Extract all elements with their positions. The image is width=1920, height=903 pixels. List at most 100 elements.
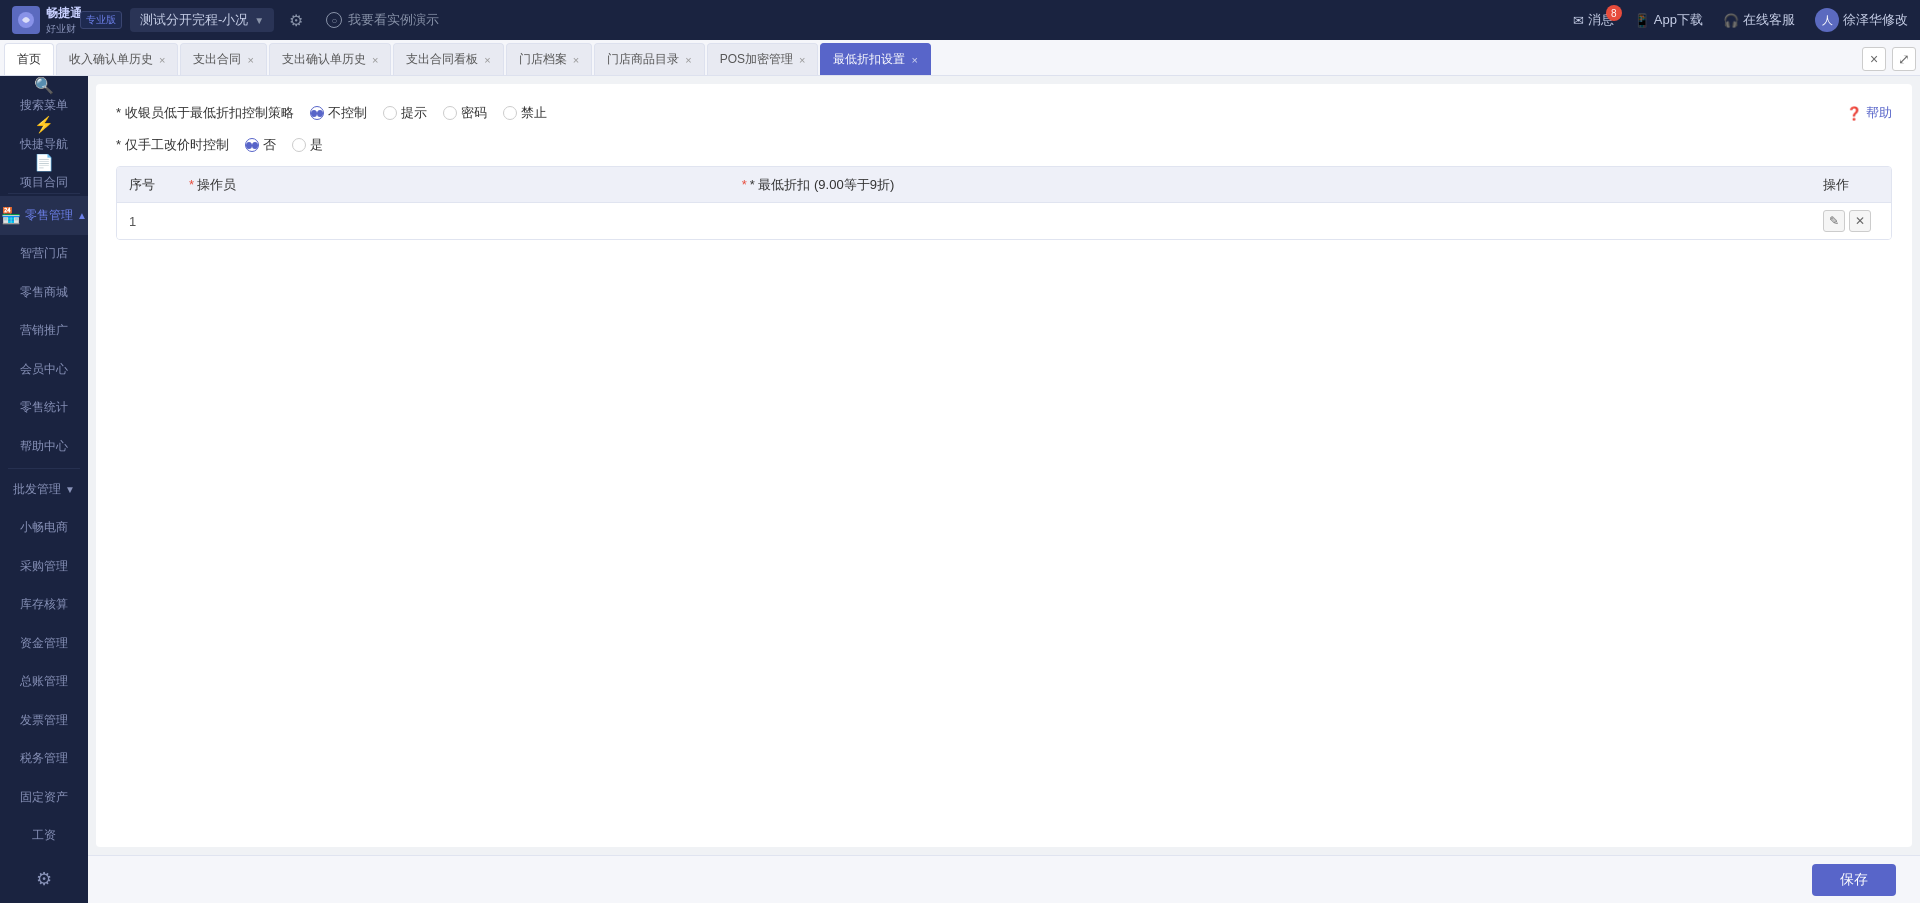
tab-home-label: 首页 bbox=[17, 51, 41, 68]
app-download-icon: 📱 bbox=[1634, 13, 1650, 28]
header-right-section: ✉ 消息 8 📱 App下载 🎧 在线客服 人 徐泽华修改 bbox=[1573, 8, 1908, 32]
sidebar-item-payroll[interactable]: 工资 bbox=[0, 817, 88, 855]
search-icon: 🔍 bbox=[34, 76, 54, 95]
sidebar-item-wholesale[interactable]: 批发管理 ▼ bbox=[0, 470, 88, 508]
tab-home[interactable]: 首页 bbox=[4, 43, 54, 75]
sidebar-retail-stats-label: 零售统计 bbox=[20, 399, 68, 416]
cashier-strategy-radio-group: 不控制 提示 密码 禁止 bbox=[310, 104, 547, 122]
radio-password-circle bbox=[443, 106, 457, 120]
tab-payment-contract[interactable]: 支出合同 × bbox=[180, 43, 266, 75]
project-dropdown-arrow: ▼ bbox=[254, 15, 264, 26]
tab-pos-password-close[interactable]: × bbox=[799, 54, 805, 66]
tab-payment-confirm[interactable]: 支出确认单历史 × bbox=[269, 43, 391, 75]
radio-remind[interactable]: 提示 bbox=[383, 104, 427, 122]
message-icon: ✉ bbox=[1573, 13, 1584, 28]
tab-payment-board-close[interactable]: × bbox=[484, 54, 490, 66]
help-icon: ❓ bbox=[1846, 106, 1862, 121]
customer-service-button[interactable]: 🎧 在线客服 bbox=[1723, 11, 1795, 29]
radio-no-circle bbox=[245, 138, 259, 152]
sidebar-item-fund[interactable]: 资金管理 bbox=[0, 624, 88, 662]
tab-min-discount-close[interactable]: × bbox=[911, 54, 917, 66]
radio-no[interactable]: 否 bbox=[245, 136, 276, 154]
tab-income-confirm[interactable]: 收入确认单历史 × bbox=[56, 43, 178, 75]
table-row: 1 ✎ ✕ bbox=[117, 203, 1891, 239]
expand-tab-button[interactable]: ⤢ bbox=[1892, 47, 1916, 71]
sidebar-item-purchase[interactable]: 采购管理 bbox=[0, 547, 88, 585]
delete-button-1[interactable]: ✕ bbox=[1849, 210, 1871, 232]
sidebar-item-ledger[interactable]: 总账管理 bbox=[0, 663, 88, 701]
cashier-strategy-row: * 收银员低于最低折扣控制策略 不控制 提示 密码 bbox=[116, 104, 1892, 122]
sidebar-item-search[interactable]: 🔍 搜索菜单 bbox=[0, 76, 88, 114]
radio-yes-circle bbox=[292, 138, 306, 152]
sidebar-tax-label: 税务管理 bbox=[20, 750, 68, 767]
app-download-button[interactable]: 📱 App下载 bbox=[1634, 11, 1703, 29]
table-header: 序号 * 操作员 * * 最低折扣 (9.00等于9折) 操作 bbox=[117, 167, 1891, 203]
th-operator-req: * bbox=[189, 177, 194, 192]
logo-icon bbox=[12, 6, 40, 34]
radio-forbid[interactable]: 禁止 bbox=[503, 104, 547, 122]
th-operator-label: 操作员 bbox=[197, 176, 236, 194]
th-operator: * 操作员 bbox=[177, 176, 730, 194]
radio-no-control-circle bbox=[310, 106, 324, 120]
sidebar-item-retail-mall[interactable]: 零售商城 bbox=[0, 273, 88, 311]
tab-min-discount[interactable]: 最低折扣设置 × bbox=[820, 43, 930, 75]
sidebar-item-invoice[interactable]: 发票管理 bbox=[0, 701, 88, 739]
wholesale-arrow-icon: ▼ bbox=[65, 484, 75, 495]
page-content: * 收银员低于最低折扣控制策略 不控制 提示 密码 bbox=[96, 84, 1912, 847]
demo-label: 我要看实例演示 bbox=[348, 11, 439, 29]
radio-no-control[interactable]: 不控制 bbox=[310, 104, 367, 122]
project-selector[interactable]: 测试分开完程-小况 ▼ bbox=[130, 8, 274, 32]
sidebar-shortcut-label: 快捷导航 bbox=[20, 136, 68, 153]
close-tab-button[interactable]: × bbox=[1862, 47, 1886, 71]
th-discount-req: * bbox=[742, 177, 747, 192]
sidebar-item-ecommerce[interactable]: 小畅电商 bbox=[0, 509, 88, 547]
radio-password[interactable]: 密码 bbox=[443, 104, 487, 122]
radio-yes[interactable]: 是 bbox=[292, 136, 323, 154]
tab-income-confirm-label: 收入确认单历史 bbox=[69, 51, 153, 68]
sidebar-wholesale-label: 批发管理 bbox=[13, 481, 61, 498]
tab-store-file[interactable]: 门店档案 × bbox=[506, 43, 592, 75]
user-menu-button[interactable]: 人 徐泽华修改 bbox=[1815, 8, 1908, 32]
tabs-bar: 首页 收入确认单历史 × 支出合同 × 支出确认单历史 × 支出合同看板 × 门… bbox=[0, 40, 1920, 76]
cashier-strategy-label: * 收银员低于最低折扣控制策略 bbox=[116, 104, 294, 122]
sidebar-item-help-center[interactable]: 帮助中心 bbox=[0, 427, 88, 465]
edit-button-1[interactable]: ✎ bbox=[1823, 210, 1845, 232]
tab-income-confirm-close[interactable]: × bbox=[159, 54, 165, 66]
user-name: 徐泽华修改 bbox=[1843, 11, 1908, 29]
tab-store-file-close[interactable]: × bbox=[573, 54, 579, 66]
sidebar-item-project-contract[interactable]: 📄 项目合同 bbox=[0, 153, 88, 191]
sidebar-item-shortcut[interactable]: ⚡ 快捷导航 bbox=[0, 114, 88, 152]
main-layout: 🔍 搜索菜单 ⚡ 快捷导航 📄 项目合同 🏪 零售管理 ▲ 智营门店 零售商城 … bbox=[0, 76, 1920, 903]
help-link[interactable]: ❓ 帮助 bbox=[1846, 104, 1892, 122]
td-seq-1: 1 bbox=[117, 214, 177, 229]
sidebar-settings-button[interactable]: ⚙ bbox=[0, 855, 88, 903]
sidebar-search-label: 搜索菜单 bbox=[20, 97, 68, 114]
header-settings-button[interactable]: ⚙ bbox=[282, 6, 310, 34]
sidebar-item-fixed-assets[interactable]: 固定资产 bbox=[0, 778, 88, 816]
sidebar-item-retail-stats[interactable]: 零售统计 bbox=[0, 389, 88, 427]
sidebar-item-smart-store[interactable]: 智营门店 bbox=[0, 235, 88, 273]
sidebar-retail-manage-label: 零售管理 bbox=[25, 207, 73, 224]
save-button[interactable]: 保存 bbox=[1812, 864, 1896, 896]
sidebar: 🔍 搜索菜单 ⚡ 快捷导航 📄 项目合同 🏪 零售管理 ▲ 智营门店 零售商城 … bbox=[0, 76, 88, 903]
tab-payment-board[interactable]: 支出合同看板 × bbox=[393, 43, 503, 75]
tab-store-goods-label: 门店商品目录 bbox=[607, 51, 679, 68]
sidebar-item-tax[interactable]: 税务管理 bbox=[0, 740, 88, 778]
sidebar-item-marketing[interactable]: 营销推广 bbox=[0, 312, 88, 350]
customer-service-label: 在线客服 bbox=[1743, 11, 1795, 29]
tab-payment-contract-close[interactable]: × bbox=[247, 54, 253, 66]
tab-store-goods-close[interactable]: × bbox=[685, 54, 691, 66]
sidebar-marketing-label: 营销推广 bbox=[20, 322, 68, 339]
sidebar-fund-label: 资金管理 bbox=[20, 635, 68, 652]
sidebar-item-member-center[interactable]: 会员中心 bbox=[0, 350, 88, 388]
sidebar-item-inventory[interactable]: 库存核算 bbox=[0, 586, 88, 624]
sidebar-member-center-label: 会员中心 bbox=[20, 361, 68, 378]
demo-link[interactable]: ○ 我要看实例演示 bbox=[326, 11, 439, 29]
tab-pos-password[interactable]: POS加密管理 × bbox=[707, 43, 819, 75]
message-button[interactable]: ✉ 消息 8 bbox=[1573, 11, 1614, 29]
sidebar-item-retail-manage[interactable]: 🏪 零售管理 ▲ bbox=[0, 196, 88, 234]
tab-store-goods[interactable]: 门店商品目录 × bbox=[594, 43, 704, 75]
td-action-1: ✎ ✕ bbox=[1811, 210, 1891, 232]
tab-min-discount-label: 最低折扣设置 bbox=[833, 51, 905, 68]
tab-payment-confirm-close[interactable]: × bbox=[372, 54, 378, 66]
